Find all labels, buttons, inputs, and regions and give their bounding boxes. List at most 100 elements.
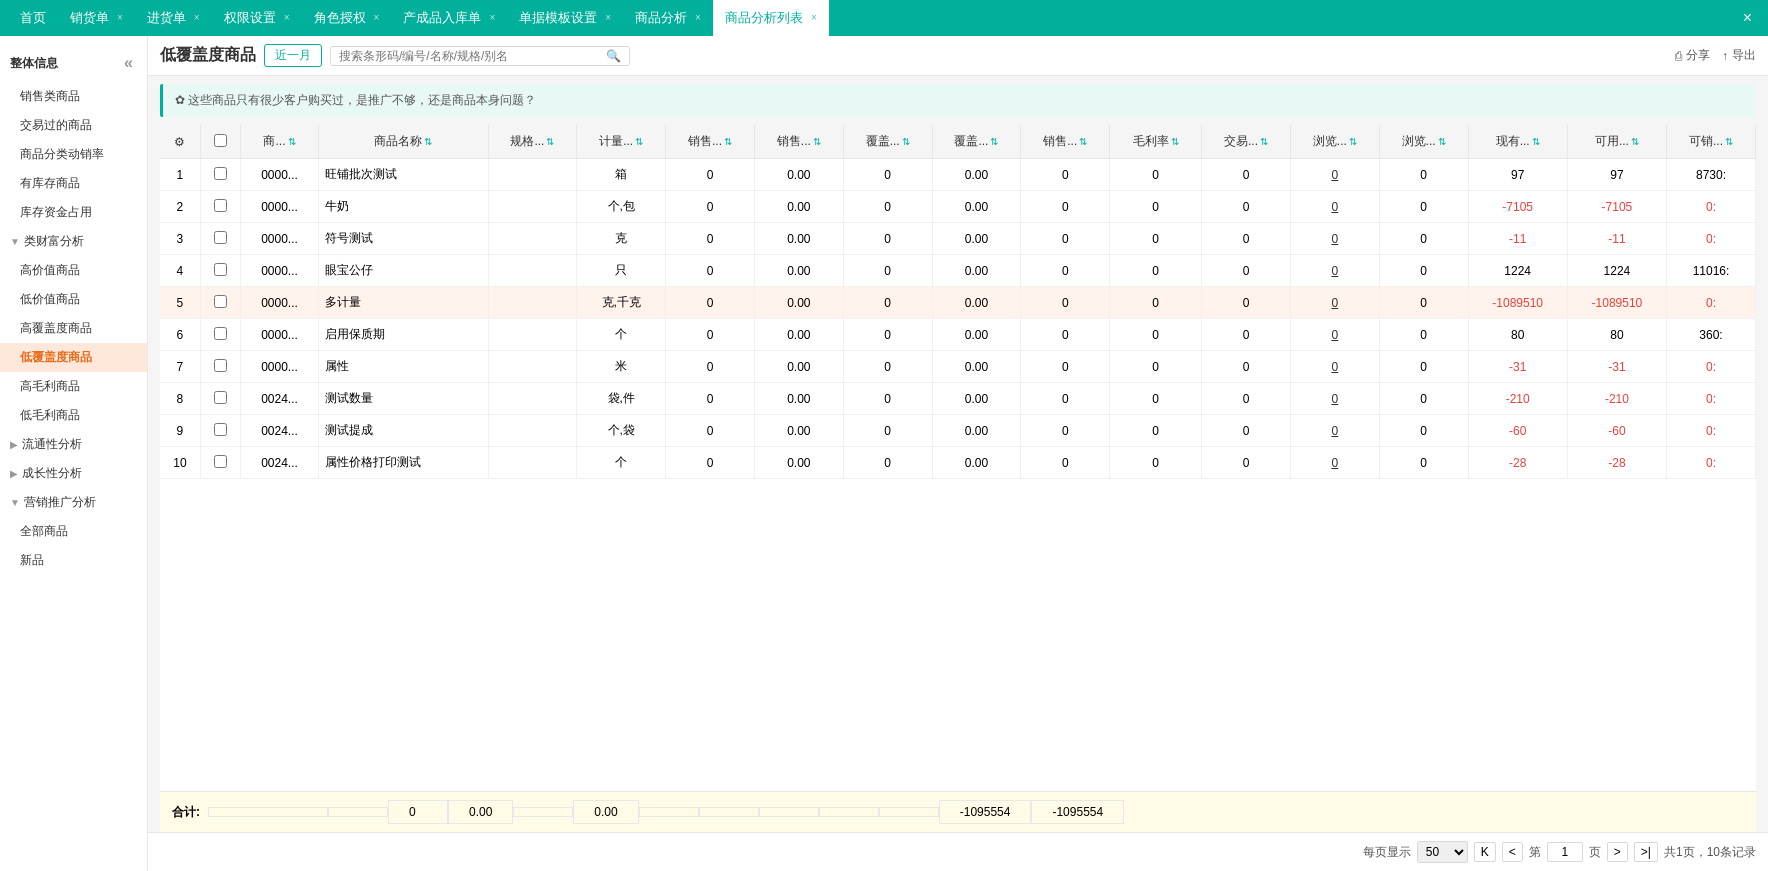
col-spec[interactable]: 规格...⇅ [488,125,577,159]
first-page-button[interactable]: K [1474,842,1496,862]
col-gross-rate[interactable]: 毛利率⇅ [1110,125,1202,159]
col-sellable[interactable]: 可销...⇅ [1667,125,1756,159]
close-icon[interactable]: × [284,0,290,36]
close-icon[interactable]: × [194,0,200,36]
col-settings[interactable]: ⚙ [160,125,200,159]
cell-checkbox[interactable] [200,287,241,319]
col-current-stock[interactable]: 现有...⇅ [1468,125,1567,159]
nav-product-analysis[interactable]: 商品分析 × [623,0,713,36]
sidebar-item-all-goods[interactable]: 全部商品 [0,517,147,546]
close-icon[interactable]: × [117,0,123,36]
col-available[interactable]: 可用...⇅ [1567,125,1666,159]
export-button[interactable]: ↑ 导出 [1722,47,1756,64]
cell-browse1[interactable]: 0 [1290,191,1379,223]
col-code[interactable]: 商...⇅ [241,125,318,159]
last-page-button[interactable]: >| [1634,842,1658,862]
prev-page-button[interactable]: < [1502,842,1523,862]
sidebar-section-quality[interactable]: ▼ 类财富分析 [0,227,147,256]
nav-finished-goods[interactable]: 产成品入库单 × [391,0,507,36]
page-input[interactable] [1547,842,1583,862]
sidebar-item-sales-goods[interactable]: 销售类商品 [0,82,147,111]
page-title: 低覆盖度商品 [160,45,256,66]
data-table-wrapper[interactable]: ⚙ 商...⇅ 商品名称⇅ 规格...⇅ 计量...⇅ 销售...⇅ 销售...… [160,125,1756,791]
col-sales-amt[interactable]: 销售...⇅ [754,125,843,159]
close-icon[interactable]: × [489,0,495,36]
close-icon[interactable]: × [695,0,701,36]
close-icon[interactable]: × [605,0,611,36]
collapse-icon[interactable]: « [120,50,137,76]
cell-browse1[interactable]: 0 [1290,159,1379,191]
next-page-button[interactable]: > [1607,842,1628,862]
sidebar-item-high-margin[interactable]: 高毛利商品 [0,372,147,401]
sidebar-section-growth[interactable]: ▶ 成长性分析 [0,459,147,488]
cell-checkbox[interactable] [200,319,241,351]
cell-browse1[interactable]: 0 [1290,223,1379,255]
cell-sellable: 11016: [1667,255,1756,287]
cell-cover2: 0.00 [932,447,1021,479]
cell-checkbox[interactable] [200,191,241,223]
cell-browse1[interactable]: 0 [1290,287,1379,319]
sidebar-overview-header[interactable]: 整体信息 « [0,44,147,82]
col-sales-qty[interactable]: 销售...⇅ [666,125,755,159]
nav-role-auth[interactable]: 角色授权 × [302,0,392,36]
sidebar-section-marketing[interactable]: ▼ 营销推广分析 [0,488,147,517]
cell-trade-cnt: 0 [1202,223,1291,255]
col-trade-cnt[interactable]: 交易...⇅ [1202,125,1291,159]
summary-cover2: 0.00 [573,800,638,824]
sidebar-item-new-goods[interactable]: 新品 [0,546,147,575]
cell-unit: 个 [577,319,666,351]
time-filter-button[interactable]: 近一月 [264,44,322,67]
window-close-button[interactable]: × [1735,9,1760,27]
sidebar-item-high-value[interactable]: 高价值商品 [0,256,147,285]
cell-browse1[interactable]: 0 [1290,415,1379,447]
sidebar-section-flow[interactable]: ▶ 流通性分析 [0,430,147,459]
cell-sales-amt: 0.00 [754,191,843,223]
nav-product-analysis-list[interactable]: 商品分析列表 × [713,0,829,36]
col-browse2[interactable]: 浏览...⇅ [1379,125,1468,159]
cell-sales-cnt: 0 [1021,255,1110,287]
cell-checkbox[interactable] [200,159,241,191]
sidebar-item-high-coverage[interactable]: 高覆盖度商品 [0,314,147,343]
col-coverage2[interactable]: 覆盖...⇅ [932,125,1021,159]
search-icon[interactable]: 🔍 [606,49,621,63]
cell-browse1[interactable]: 0 [1290,351,1379,383]
nav-sales-order[interactable]: 销货单 × [58,0,135,36]
page-size-select[interactable]: 50 100 [1417,841,1468,863]
cell-checkbox[interactable] [200,415,241,447]
cell-checkbox[interactable] [200,255,241,287]
cell-sales-cnt: 0 [1021,415,1110,447]
sidebar-item-in-stock-goods[interactable]: 有库存商品 [0,169,147,198]
nav-permissions[interactable]: 权限设置 × [212,0,302,36]
sidebar-item-category-sales-rate[interactable]: 商品分类动销率 [0,140,147,169]
sidebar-item-traded-goods[interactable]: 交易过的商品 [0,111,147,140]
sidebar-item-low-margin[interactable]: 低毛利商品 [0,401,147,430]
col-checkbox[interactable] [200,125,241,159]
nav-template-settings[interactable]: 单据模板设置 × [507,0,623,36]
cell-browse1[interactable]: 0 [1290,383,1379,415]
cell-checkbox[interactable] [200,447,241,479]
cell-browse1[interactable]: 0 [1290,447,1379,479]
cell-checkbox[interactable] [200,351,241,383]
col-browse1[interactable]: 浏览...⇅ [1290,125,1379,159]
col-unit[interactable]: 计量...⇅ [577,125,666,159]
nav-home[interactable]: 首页 [8,0,58,36]
close-icon[interactable]: × [374,0,380,36]
col-sales-cnt[interactable]: 销售...⇅ [1021,125,1110,159]
select-all-checkbox[interactable] [214,134,227,147]
search-input[interactable] [339,49,606,63]
cell-browse1[interactable]: 0 [1290,319,1379,351]
sidebar-item-capital-occupation[interactable]: 库存资金占用 [0,198,147,227]
close-icon[interactable]: × [811,0,817,36]
cell-browse1[interactable]: 0 [1290,255,1379,287]
cell-available: -31 [1567,351,1666,383]
sidebar-item-low-coverage[interactable]: 低覆盖度商品 [0,343,147,372]
col-coverage1[interactable]: 覆盖...⇅ [843,125,932,159]
sidebar-item-low-value[interactable]: 低价值商品 [0,285,147,314]
nav-purchase-order[interactable]: 进货单 × [135,0,212,36]
share-button[interactable]: ⎙ 分享 [1675,47,1710,64]
cell-checkbox[interactable] [200,223,241,255]
col-name[interactable]: 商品名称⇅ [318,125,488,159]
cell-name: 符号测试 [318,223,488,255]
cell-checkbox[interactable] [200,383,241,415]
chevron-right-icon: ▶ [10,439,18,450]
